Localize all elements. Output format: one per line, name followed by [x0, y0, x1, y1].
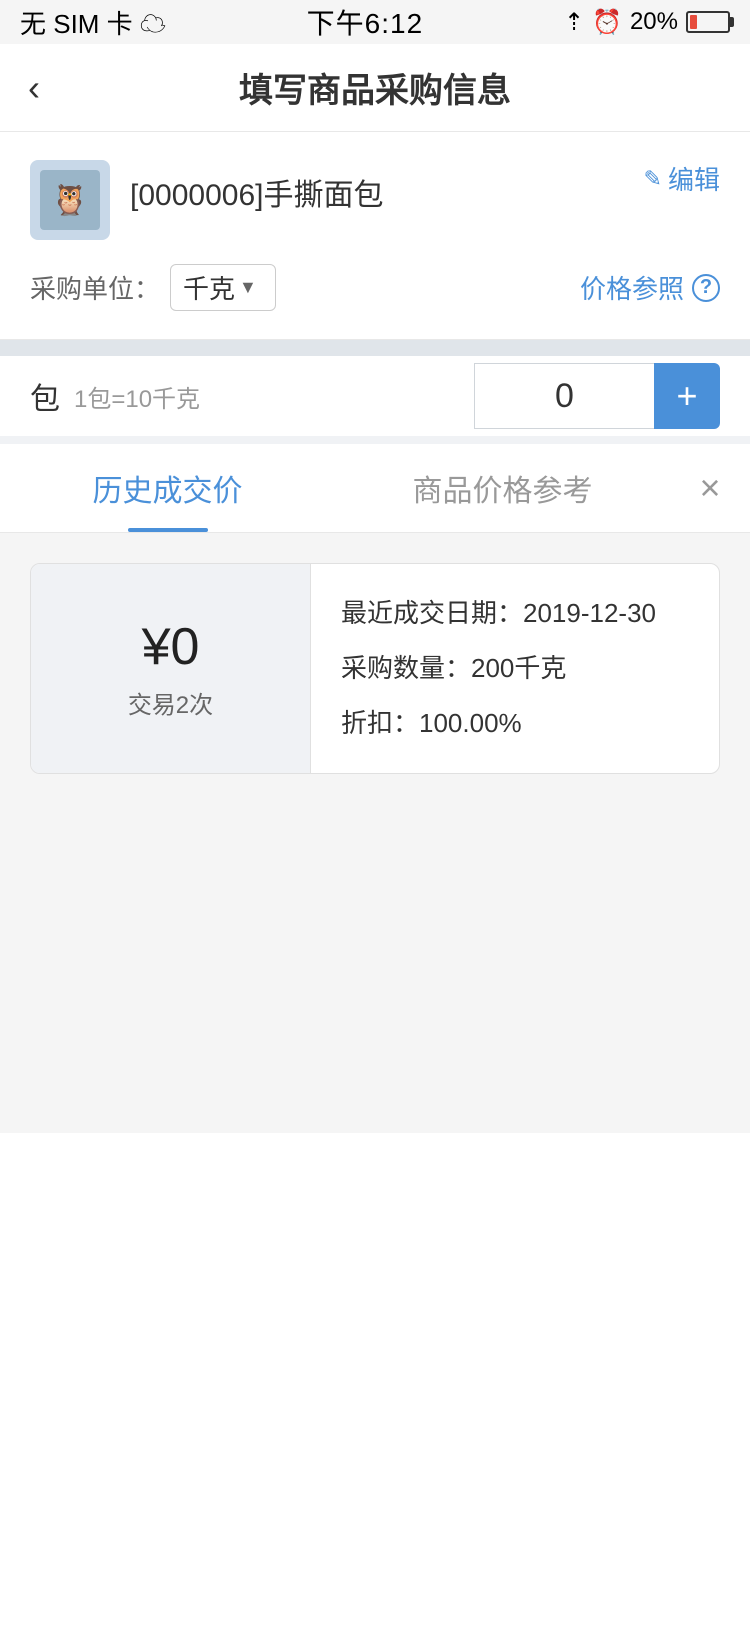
quantity-labels: 包 1包=10千克 [30, 374, 200, 418]
tab-product-price-reference[interactable]: 商品价格参考 [335, 444, 670, 532]
unit-conversion-label: 1包=10千克 [74, 379, 200, 414]
purchase-unit: 采购单位： 千克 ▼ [30, 264, 276, 311]
purchase-qty-value: 200千克 [471, 653, 566, 683]
quantity-input[interactable] [474, 363, 654, 429]
tab-history-price[interactable]: 历史成交价 [0, 444, 335, 532]
unit-value: 千克 [183, 269, 235, 306]
product-card: 🦉 [0000006]手撕面包 ✎ 编辑 采购单位： 千克 ▼ 价格参照 ? [0, 132, 750, 340]
price-ref-label: 价格参照 [580, 269, 684, 306]
purchase-quantity-row: 采购数量：200千克 [341, 649, 689, 688]
purchase-unit-label: 采购单位： [30, 269, 160, 306]
price-reference-button[interactable]: 价格参照 ? [580, 269, 720, 306]
section-divider [0, 340, 750, 356]
plus-button[interactable]: + [654, 363, 720, 429]
status-bar: 无 SIM 卡 ☁ 下午6:12 ⇡ ⏰ 20% [0, 0, 750, 44]
quantity-row: 包 1包=10千克 + [0, 356, 750, 444]
nav-bar: ‹ 填写商品采购信息 [0, 44, 750, 132]
navigation-icon: ⇡ [564, 8, 584, 37]
product-name: [0000006]手撕面包 [130, 160, 383, 214]
battery-percentage: 20% [630, 8, 678, 36]
back-button[interactable]: ‹ [28, 67, 40, 109]
status-left: 无 SIM 卡 ☁ [20, 4, 166, 41]
price-value: 0 [171, 618, 200, 676]
tabs-container: 历史成交价 商品价格参考 × [0, 444, 750, 533]
tab-active-indicator [128, 528, 208, 532]
product-bottom: 采购单位： 千克 ▼ 价格参照 ? [30, 264, 720, 311]
unit-badge: 包 [30, 374, 60, 418]
product-info: 🦉 [0000006]手撕面包 [30, 160, 383, 240]
recent-date-value: 2019-12-30 [523, 598, 656, 628]
info-icon: ? [692, 274, 720, 302]
content-bottom-area [0, 1133, 750, 1633]
page-title: 填写商品采购信息 [239, 63, 511, 112]
edit-button[interactable]: ✎ 编辑 [644, 160, 720, 197]
history-content-area: ¥0 交易2次 最近成交日期：2019-12-30 采购数量：200千克 折扣：… [0, 533, 750, 1133]
price-left-panel: ¥0 交易2次 [31, 564, 311, 773]
price-trades-count: 交易2次 [128, 685, 213, 720]
price-amount-display: ¥0 [142, 617, 200, 677]
price-symbol: ¥ [142, 618, 171, 676]
quantity-input-group: + [474, 363, 720, 429]
product-image-inner: 🦉 [40, 170, 100, 230]
recent-transaction-date-row: 最近成交日期：2019-12-30 [341, 594, 689, 633]
sim-status: 无 SIM 卡 ☁ [20, 4, 166, 41]
battery-icon [686, 11, 730, 33]
tabs-row: 历史成交价 商品价格参考 × [0, 444, 750, 532]
discount-value: 100.00% [419, 708, 522, 738]
edit-icon: ✎ [644, 166, 662, 192]
discount-row: 折扣：100.00% [341, 704, 689, 743]
close-icon: × [699, 467, 720, 509]
product-logo-icon: 🦉 [51, 183, 88, 218]
status-time: 下午6:12 [307, 2, 424, 42]
status-right: ⇡ ⏰ 20% [564, 8, 730, 37]
tab-price-ref-label: 商品价格参考 [413, 466, 593, 510]
product-image: 🦉 [30, 160, 110, 240]
product-top: 🦉 [0000006]手撕面包 ✎ 编辑 [30, 160, 720, 240]
price-card: ¥0 交易2次 最近成交日期：2019-12-30 采购数量：200千克 折扣：… [30, 563, 720, 774]
discount-label: 折扣： [341, 708, 419, 738]
dropdown-arrow-icon: ▼ [239, 277, 257, 298]
tab-history-price-label: 历史成交价 [93, 466, 243, 510]
alarm-icon: ⏰ [592, 8, 622, 37]
recent-date-label: 最近成交日期： [341, 598, 523, 628]
close-tab-button[interactable]: × [670, 444, 750, 532]
purchase-qty-label: 采购数量： [341, 653, 471, 683]
unit-select-dropdown[interactable]: 千克 ▼ [170, 264, 276, 311]
edit-label: 编辑 [668, 160, 720, 197]
price-right-panel: 最近成交日期：2019-12-30 采购数量：200千克 折扣：100.00% [311, 564, 719, 773]
